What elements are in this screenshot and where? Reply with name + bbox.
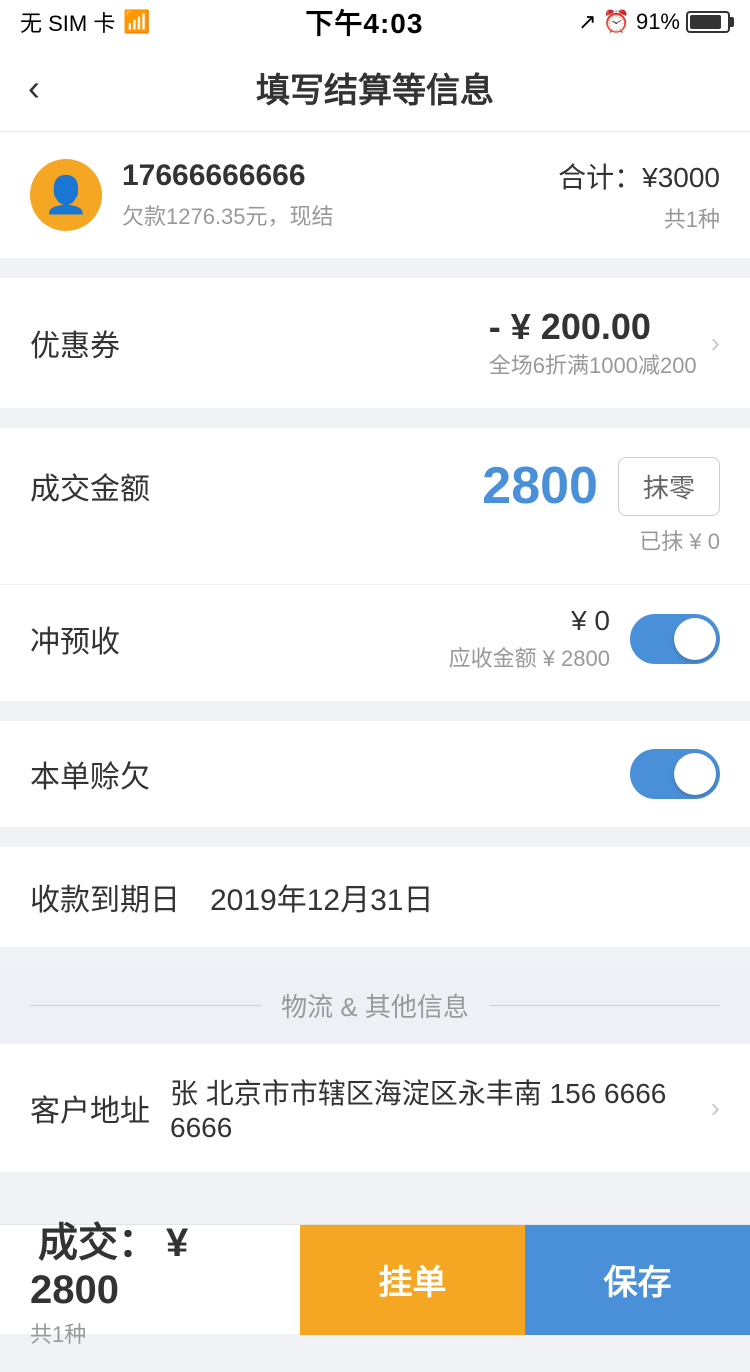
location-icon: ↗	[578, 9, 596, 35]
page-title: 填写结算等信息	[256, 63, 494, 112]
status-bar: 无 SIM 卡 📶 下午4:03 ↗ ⏰ 91%	[0, 0, 750, 44]
coupon-discount: - ¥ 200.00	[489, 306, 697, 348]
address-label: 客户地址	[30, 1086, 150, 1130]
footer-info: 成交：¥ 2800 共1种	[0, 1210, 300, 1349]
status-left: 无 SIM 卡 📶	[20, 6, 151, 38]
amount-label: 成交金额	[30, 464, 150, 508]
due-date-value: 2019年12月31日	[210, 875, 433, 919]
advance-receivable: 应收金额 ¥ 2800	[449, 641, 610, 673]
customer-phone: 17666666666	[122, 159, 334, 193]
round-button[interactable]: 抹零	[618, 457, 720, 516]
wifi-icon: 📶	[123, 9, 150, 35]
nav-bar: ‹ 填写结算等信息	[0, 44, 750, 132]
address-value: 张 北京市市辖区海淀区永丰南 156 6666 6666	[170, 1072, 707, 1144]
back-button[interactable]: ‹	[28, 67, 40, 109]
address-chevron-icon: ›	[711, 1092, 720, 1124]
total-count: 共1种	[558, 202, 720, 234]
logistics-divider: 物流 & 其他信息	[0, 967, 750, 1044]
advance-label: 冲预收	[30, 617, 120, 661]
chevron-right-icon: ›	[711, 327, 720, 359]
content: 👤 17666666666 欠款1276.35元，现结 合计：¥3000 共1种…	[0, 132, 750, 1372]
coupon-row[interactable]: 优惠券 - ¥ 200.00 全场6折满1000减200 ›	[0, 278, 750, 408]
total-amount: 合计：¥3000	[558, 156, 720, 196]
debt-toggle[interactable]	[630, 749, 720, 799]
carrier-text: 无 SIM 卡	[20, 6, 115, 38]
footer-deal: 成交：¥ 2800	[30, 1210, 270, 1313]
advance-amount: ¥ 0	[449, 605, 610, 637]
advance-toggle[interactable]	[630, 614, 720, 664]
advance-row: 冲预收 ¥ 0 应收金额 ¥ 2800	[0, 584, 750, 701]
hang-button[interactable]: 挂单	[300, 1225, 525, 1335]
footer-deal-label: 成交：	[38, 1221, 158, 1265]
save-button[interactable]: 保存	[525, 1225, 750, 1335]
battery-percent: 91%	[636, 9, 680, 35]
amount-sub: 已抹 ¥ 0	[0, 516, 750, 584]
divider-line-right	[489, 1005, 720, 1006]
customer-card: 👤 17666666666 欠款1276.35元，现结 合计：¥3000 共1种	[0, 132, 750, 258]
battery-icon	[686, 11, 730, 33]
coupon-label: 优惠券	[30, 321, 120, 365]
footer: 成交：¥ 2800 共1种 挂单 保存	[0, 1224, 750, 1334]
status-right: ↗ ⏰ 91%	[578, 9, 730, 35]
due-label: 收款到期日	[30, 875, 180, 919]
customer-debt: 欠款1276.35元，现结	[122, 199, 334, 231]
avatar: 👤	[30, 159, 102, 231]
amount-value: 2800	[482, 456, 598, 516]
amount-section: 成交金额 2800 抹零 已抹 ¥ 0 冲预收 ¥ 0 应收金额 ¥ 2800	[0, 428, 750, 701]
debt-section: 本单赊欠	[0, 721, 750, 827]
alarm-icon: ⏰	[603, 9, 630, 35]
status-time: 下午4:03	[305, 2, 423, 42]
divider-line-left	[30, 1005, 261, 1006]
due-date-section: 收款到期日 2019年12月31日	[0, 847, 750, 947]
debt-label: 本单赊欠	[30, 752, 150, 796]
logistics-label: 物流 & 其他信息	[281, 987, 469, 1024]
address-section[interactable]: 客户地址 张 北京市市辖区海淀区永丰南 156 6666 6666 ›	[0, 1044, 750, 1172]
coupon-detail: 全场6折满1000减200	[489, 348, 697, 380]
coupon-section: 优惠券 - ¥ 200.00 全场6折满1000减200 ›	[0, 278, 750, 408]
